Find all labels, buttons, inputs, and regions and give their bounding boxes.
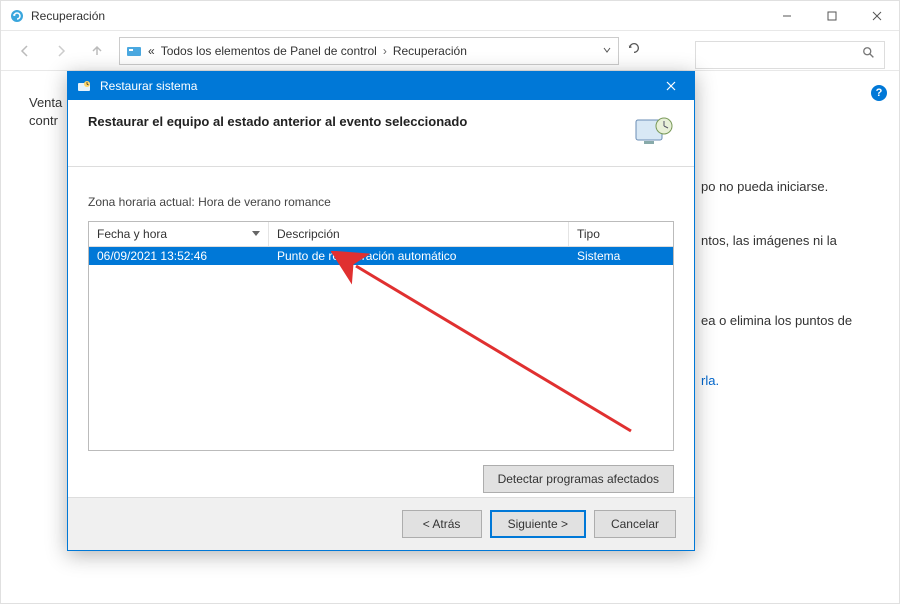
refresh-button[interactable] <box>627 41 641 60</box>
dialog-title: Restaurar sistema <box>100 79 197 93</box>
nav-back-button[interactable] <box>11 37 39 65</box>
monitor-clock-icon <box>634 114 674 150</box>
breadcrumb[interactable]: « Todos los elementos de Panel de contro… <box>119 37 619 65</box>
control-panel-icon <box>126 43 142 59</box>
table-row[interactable]: 06/09/2021 13:52:46 Punto de restauració… <box>89 247 673 265</box>
control-panel-window: Recuperación « Todos los elementos de Pa… <box>0 0 900 604</box>
dialog-header: Restaurar el equipo al estado anterior a… <box>68 100 694 167</box>
outer-window-title: Recuperación <box>31 9 105 23</box>
restore-icon <box>76 78 92 94</box>
cancel-button[interactable]: Cancelar <box>594 510 676 538</box>
nav-up-button[interactable] <box>83 37 111 65</box>
breadcrumb-prefix: « <box>148 44 155 58</box>
background-text: ntos, las imágenes ni la <box>701 233 837 248</box>
dialog-heading: Restaurar el equipo al estado anterior a… <box>88 114 622 129</box>
next-button[interactable]: Siguiente > <box>490 510 586 538</box>
cell-description: Punto de restauración automático <box>269 247 569 265</box>
restore-points-table: Fecha y hora Descripción Tipo 06/09/2021… <box>88 221 674 451</box>
background-link[interactable]: rla. <box>701 373 719 388</box>
maximize-button[interactable] <box>809 1 854 31</box>
background-text: ea o elimina los puntos de <box>701 313 852 328</box>
back-button[interactable]: < Atrás <box>402 510 482 538</box>
background-text: po no pueda iniciarse. <box>701 179 828 194</box>
chevron-down-icon[interactable] <box>602 44 612 58</box>
cell-type: Sistema <box>569 247 673 265</box>
search-icon <box>862 46 876 65</box>
table-header: Fecha y hora Descripción Tipo <box>89 222 673 247</box>
background-text: Venta <box>29 95 62 110</box>
timezone-label: Zona horaria actual: Hora de verano roma… <box>88 195 674 209</box>
breadcrumb-separator: › <box>383 44 387 58</box>
background-text: contr <box>29 113 58 128</box>
column-header-date[interactable]: Fecha y hora <box>89 222 269 246</box>
dialog-body: Zona horaria actual: Hora de verano roma… <box>68 167 694 503</box>
dialog-titlebar: Restaurar sistema <box>68 72 694 100</box>
outer-titlebar: Recuperación <box>1 1 899 31</box>
minimize-button[interactable] <box>764 1 809 31</box>
window-controls <box>764 1 899 31</box>
dialog-footer: < Atrás Siguiente > Cancelar <box>68 497 694 550</box>
breadcrumb-segment-1[interactable]: Todos los elementos de Panel de control <box>161 44 377 58</box>
dialog-close-button[interactable] <box>656 72 686 100</box>
cell-date: 06/09/2021 13:52:46 <box>89 247 269 265</box>
nav-forward-button[interactable] <box>47 37 75 65</box>
close-button[interactable] <box>854 1 899 31</box>
breadcrumb-segment-2[interactable]: Recuperación <box>393 44 467 58</box>
detect-row: Detectar programas afectados <box>88 465 674 493</box>
search-box[interactable] <box>695 41 885 69</box>
scan-affected-programs-button[interactable]: Detectar programas afectados <box>483 465 674 493</box>
column-header-type[interactable]: Tipo <box>569 222 673 246</box>
column-header-description[interactable]: Descripción <box>269 222 569 246</box>
recovery-icon <box>9 8 25 24</box>
system-restore-dialog: Restaurar sistema Restaurar el equipo al… <box>67 71 695 551</box>
help-icon[interactable]: ? <box>871 85 887 101</box>
